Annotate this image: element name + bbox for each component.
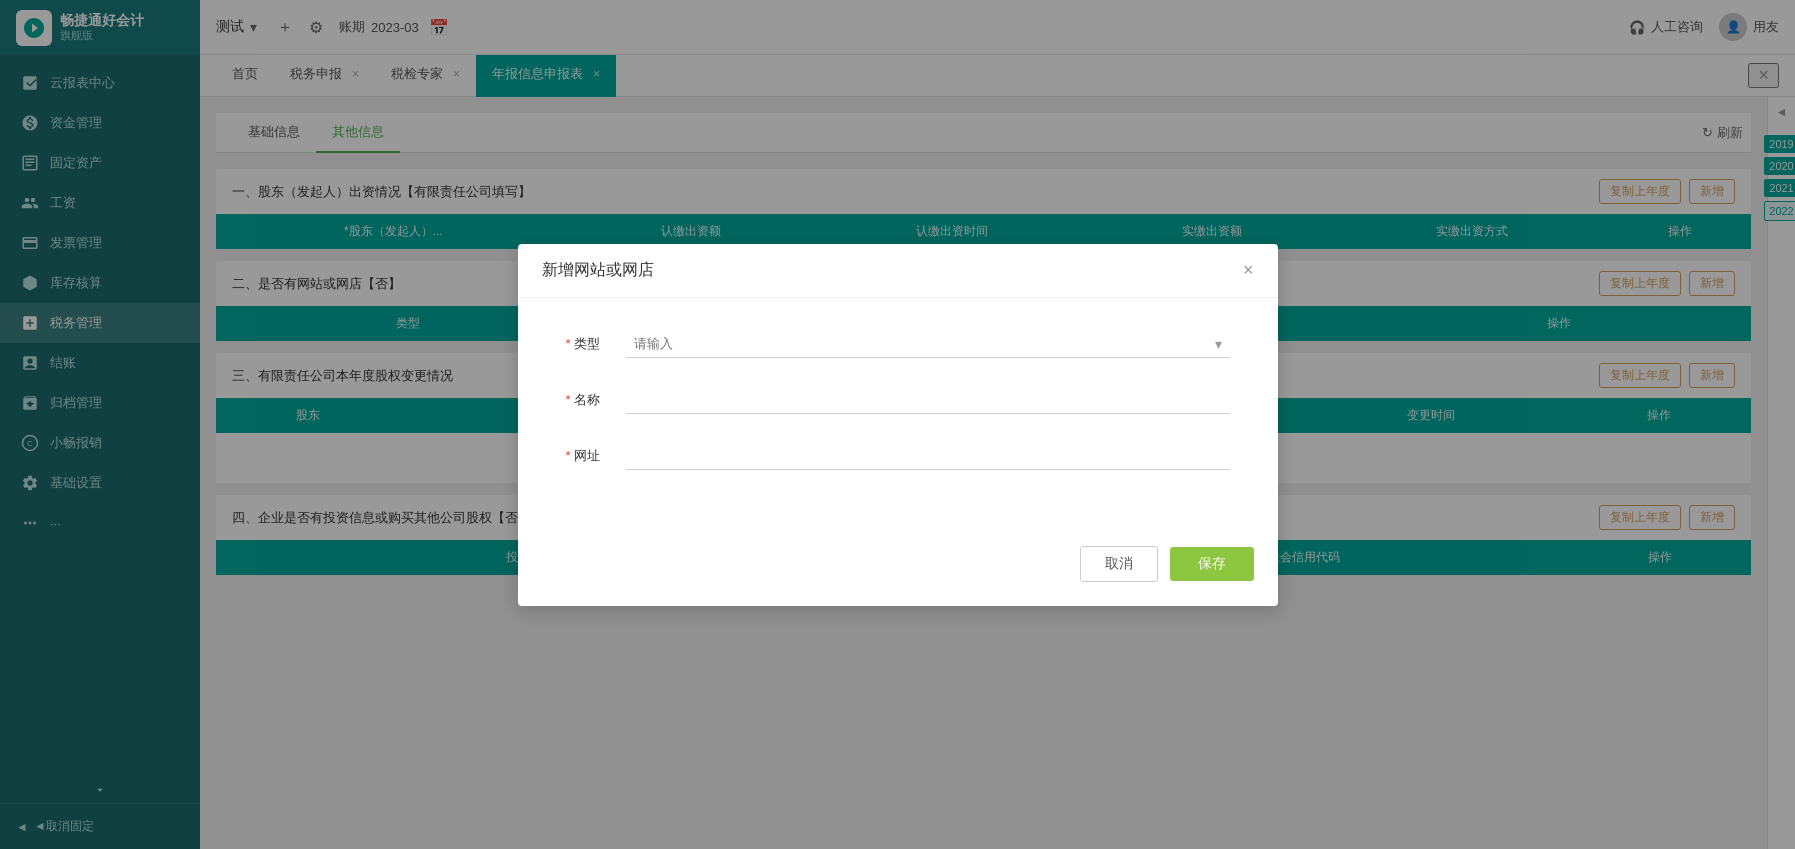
- type-input[interactable]: [626, 330, 1230, 358]
- url-required-star: *: [566, 448, 571, 463]
- modal-footer: 取消 保存: [518, 530, 1278, 606]
- name-required-star: *: [566, 392, 571, 407]
- modal-header: 新增网站或网店 ×: [518, 244, 1278, 298]
- form-row-type: * 类型 ▾: [566, 330, 1230, 358]
- modal-add-website: 新增网站或网店 × * 类型 ▾ * 名称: [518, 244, 1278, 606]
- modal-body: * 类型 ▾ * 名称: [518, 298, 1278, 530]
- modal-close-button[interactable]: ×: [1243, 261, 1254, 279]
- url-input[interactable]: [626, 442, 1230, 470]
- type-required-star: *: [566, 336, 571, 351]
- modal-save-button[interactable]: 保存: [1170, 547, 1254, 581]
- name-label-text: 名称: [574, 392, 600, 407]
- form-label-name: * 名称: [566, 391, 626, 409]
- form-label-url: * 网址: [566, 447, 626, 465]
- type-label-text: 类型: [574, 336, 600, 351]
- type-field-wrapper: ▾: [626, 330, 1230, 358]
- modal-cancel-button[interactable]: 取消: [1080, 546, 1158, 582]
- modal-title: 新增网站或网店: [542, 260, 654, 281]
- name-input[interactable]: [626, 386, 1230, 414]
- modal-overlay[interactable]: 新增网站或网店 × * 类型 ▾ * 名称: [0, 0, 1795, 849]
- form-label-type: * 类型: [566, 335, 626, 353]
- name-field-wrapper: [626, 386, 1230, 414]
- form-row-url: * 网址: [566, 442, 1230, 470]
- url-label-text: 网址: [574, 448, 600, 463]
- url-field-wrapper: [626, 442, 1230, 470]
- form-row-name: * 名称: [566, 386, 1230, 414]
